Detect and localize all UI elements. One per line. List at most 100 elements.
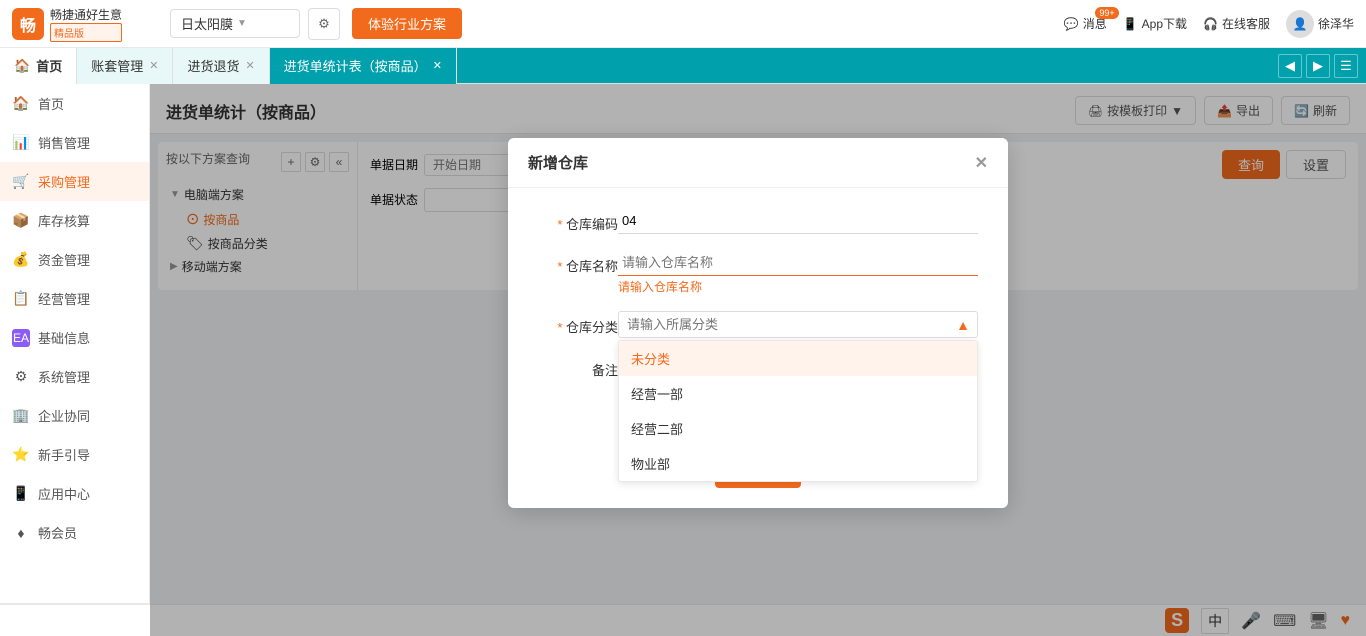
message-button[interactable]: 💬 消息 99+: [1064, 15, 1107, 32]
modal-close-button[interactable]: ✕: [975, 153, 988, 173]
avatar: 👤: [1286, 10, 1314, 38]
sidebar-item-system-label: 系统管理: [38, 367, 90, 386]
message-badge: 99+: [1095, 7, 1118, 19]
sidebar-item-operations[interactable]: 📋 经营管理: [0, 279, 149, 318]
modal-header: 新增仓库 ✕: [508, 138, 1008, 188]
sidebar-item-sales-label: 销售管理: [38, 133, 90, 152]
tab-accounts-close[interactable]: ✕: [149, 59, 158, 72]
apps-icon: 📱: [12, 485, 30, 503]
sidebar-item-member-label: 畅会员: [38, 523, 77, 542]
service-label: 在线客服: [1222, 15, 1270, 32]
service-button[interactable]: 🎧 在线客服: [1203, 15, 1270, 32]
sidebar-item-purchase-label: 采购管理: [38, 172, 90, 191]
name-label: * 仓库名称: [538, 250, 618, 275]
tabs-controls: ◀ ▶ ☰: [1278, 54, 1366, 78]
dropdown-item-3[interactable]: 物业部: [619, 446, 977, 481]
sidebar-item-inventory-label: 库存核算: [38, 211, 90, 230]
home-sidebar-icon: 🏠: [12, 95, 30, 113]
enterprise-icon: 🏢: [12, 407, 30, 425]
sidebar: 🏠 首页 📊 销售管理 🛒 采购管理 📦 库存核算 💰 资金管理 📋 经营管理 …: [0, 84, 150, 636]
store-selector[interactable]: 日太阳膜 ▼: [170, 9, 300, 38]
sidebar-item-apps[interactable]: 📱 应用中心: [0, 474, 149, 513]
tab-home[interactable]: 🏠 首页: [0, 48, 77, 84]
basic-info-icon: EA: [12, 329, 30, 347]
guide-icon: ⭐: [12, 446, 30, 464]
content-area: 进货单统计（按商品） 🖨 按模板打印 ▼ 📤 导出 🔄 刷新: [150, 84, 1366, 636]
sidebar-item-inventory[interactable]: 📦 库存核算: [0, 201, 149, 240]
tab-menu-button[interactable]: ☰: [1334, 54, 1358, 78]
top-header: 畅 畅捷通好生意 精品版 日太阳膜 ▼ ⚙ 体验行业方案 💬 消息 99+ 📱 …: [0, 0, 1366, 48]
warehouse-code-input[interactable]: [618, 208, 978, 234]
tab-prev-button[interactable]: ◀: [1278, 54, 1302, 78]
home-icon: 🏠: [14, 58, 30, 74]
member-icon: ♦: [12, 524, 30, 542]
gear-icon: ⚙: [318, 16, 330, 32]
tab-purchase-return-label: 进货退货: [187, 56, 239, 75]
app-icon: 📱: [1123, 17, 1138, 31]
sidebar-item-purchase[interactable]: 🛒 采购管理: [0, 162, 149, 201]
tab-purchase-return[interactable]: 进货退货 ✕: [173, 48, 269, 84]
sidebar-item-member[interactable]: ♦ 畅会员: [0, 513, 149, 552]
logo-area: 畅 畅捷通好生意 精品版: [12, 6, 162, 42]
sidebar-item-finance-label: 资金管理: [38, 250, 90, 269]
logo-sub: 精品版: [50, 23, 122, 42]
dropdown-item-1[interactable]: 经营一部: [619, 376, 977, 411]
warehouse-name-input[interactable]: [618, 250, 978, 276]
headset-icon: 🎧: [1203, 17, 1218, 31]
logo-text-block: 畅捷通好生意 精品版: [50, 6, 122, 42]
tab-purchase-stats-close[interactable]: ✕: [433, 59, 442, 72]
tab-next-button[interactable]: ▶: [1306, 54, 1330, 78]
sidebar-item-enterprise[interactable]: 🏢 企业协同: [0, 396, 149, 435]
main-layout: 🏠 首页 📊 销售管理 🛒 采购管理 📦 库存核算 💰 资金管理 📋 经营管理 …: [0, 84, 1366, 636]
sales-icon: 📊: [12, 134, 30, 152]
purchase-icon: 🛒: [12, 173, 30, 191]
form-row-name: * 仓库名称 请输入仓库名称: [538, 250, 978, 295]
settings-gear-button[interactable]: ⚙: [308, 8, 340, 40]
sidebar-item-finance[interactable]: 💰 资金管理: [0, 240, 149, 279]
tab-purchase-stats[interactable]: 进货单统计表（按商品） ✕: [270, 48, 457, 84]
trial-button[interactable]: 体验行业方案: [352, 8, 462, 39]
sidebar-item-guide-label: 新手引导: [38, 445, 90, 464]
sidebar-item-system[interactable]: ⚙ 系统管理: [0, 357, 149, 396]
dropdown-item-0[interactable]: 未分类: [619, 341, 977, 376]
tab-purchase-return-close[interactable]: ✕: [245, 59, 254, 72]
tab-purchase-stats-label: 进货单统计表（按商品）: [284, 56, 427, 75]
message-icon: 💬: [1064, 17, 1079, 31]
store-dropdown-arrow: ▼: [237, 18, 247, 29]
app-download-button[interactable]: 📱 App下载: [1123, 15, 1187, 32]
header-right: 💬 消息 99+ 📱 App下载 🎧 在线客服 👤 徐泽华: [1064, 10, 1354, 38]
inventory-icon: 📦: [12, 212, 30, 230]
category-control: ▲ 未分类 经营一部 经营二部 物业部: [618, 311, 978, 338]
name-control: 请输入仓库名称: [618, 250, 978, 295]
category-dropdown-list: 未分类 经营一部 经营二部 物业部: [618, 340, 978, 482]
sidebar-item-enterprise-label: 企业协同: [38, 406, 90, 425]
modal-body: * 仓库编码 * 仓库名称 请输入仓库名称: [508, 188, 1008, 443]
required-mark-name: *: [557, 259, 566, 274]
sidebar-item-sales[interactable]: 📊 销售管理: [0, 123, 149, 162]
sidebar-item-guide[interactable]: ⭐ 新手引导: [0, 435, 149, 474]
app-label: App下载: [1142, 15, 1187, 32]
name-error-msg: 请输入仓库名称: [618, 278, 978, 295]
operations-icon: 📋: [12, 290, 30, 308]
category-dropdown-arrow[interactable]: ▲: [956, 317, 970, 333]
form-row-code: * 仓库编码: [538, 208, 978, 234]
dropdown-item-2[interactable]: 经营二部: [619, 411, 977, 446]
sidebar-item-basic-info[interactable]: EA 基础信息: [0, 318, 149, 357]
category-label: * 仓库分类: [538, 311, 618, 336]
logo-title: 畅捷通好生意: [50, 6, 122, 23]
tab-accounts[interactable]: 账套管理 ✕: [77, 48, 173, 84]
sidebar-item-home[interactable]: 🏠 首页: [0, 84, 149, 123]
add-warehouse-modal: 新增仓库 ✕ * 仓库编码 *: [508, 138, 1008, 508]
username: 徐泽华: [1318, 15, 1354, 32]
warehouse-category-input[interactable]: [618, 311, 978, 338]
required-mark-code: *: [557, 217, 566, 232]
required-mark-category: *: [557, 320, 566, 335]
logo-icon: 畅: [12, 8, 44, 40]
modal-title: 新增仓库: [528, 152, 588, 173]
form-row-category: * 仓库分类 ▲ 未分类 经营一部 经营二部 物业部: [538, 311, 978, 338]
sidebar-item-operations-label: 经营管理: [38, 289, 90, 308]
code-control: [618, 208, 978, 234]
user-menu[interactable]: 👤 徐泽华: [1286, 10, 1354, 38]
sidebar-item-home-label: 首页: [38, 94, 64, 113]
store-name: 日太阳膜: [181, 14, 233, 33]
